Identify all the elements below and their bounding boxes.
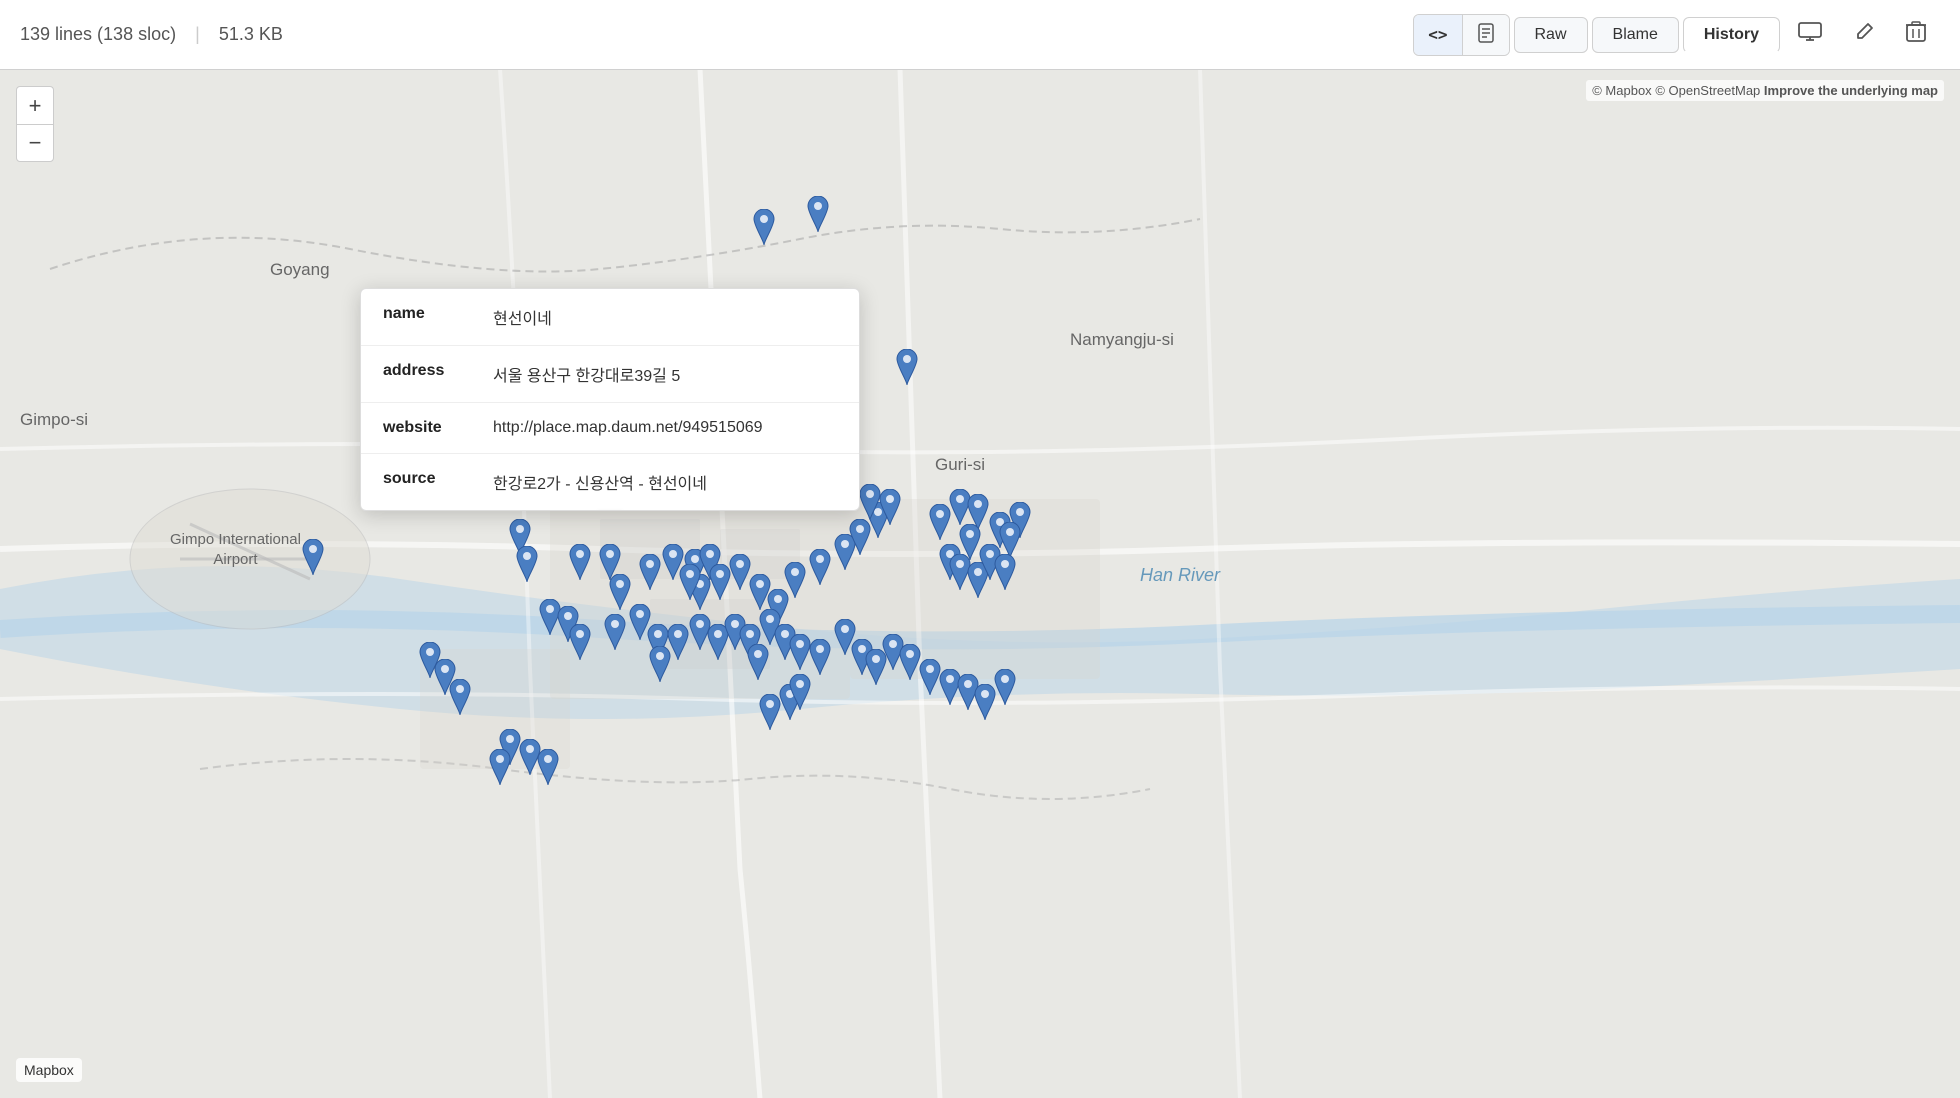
map-pin[interactable] [893, 349, 921, 385]
view-mode-group: <> [1413, 14, 1509, 56]
mapbox-attribution: © Mapbox [1592, 83, 1651, 98]
popup-key: name [361, 289, 471, 346]
zoom-in-button[interactable]: + [16, 86, 54, 124]
map-pin[interactable] [486, 749, 514, 785]
osm-attribution: © OpenStreetMap [1655, 83, 1760, 98]
file-info: 139 lines (138 sloc) | 51.3 KB [20, 24, 1413, 45]
zoom-controls: + − [16, 86, 54, 162]
map-container[interactable]: Goyang Gimpo-si Gimpo InternationalAirpo… [0, 70, 1960, 1098]
toolbar: 139 lines (138 sloc) | 51.3 KB <> Raw Bl… [0, 0, 1960, 70]
doc-icon [1477, 23, 1495, 47]
map-pin[interactable] [676, 564, 704, 600]
map-pin[interactable] [781, 562, 809, 598]
file-size: 51.3 KB [219, 24, 283, 44]
popup-table: name현선이네address서울 용산구 한강대로39길 5websiteht… [361, 289, 859, 510]
map-pin[interactable] [786, 674, 814, 710]
map-pin[interactable] [601, 614, 629, 650]
popup-key: website [361, 403, 471, 454]
map-pin[interactable] [756, 694, 784, 730]
popup-row: websitehttp://place.map.daum.net/9495150… [361, 403, 859, 454]
popup-row: source한강로2가 - 신용산역 - 현선이네 [361, 454, 859, 511]
map-pin[interactable] [806, 639, 834, 675]
doc-view-button[interactable] [1463, 15, 1509, 55]
popup-row: address서울 용산구 한강대로39길 5 [361, 346, 859, 403]
popup-row: name현선이네 [361, 289, 859, 346]
display-icon [1798, 22, 1822, 47]
code-icon: <> [1428, 25, 1447, 44]
display-icon-button[interactable] [1784, 14, 1836, 56]
map-pin[interactable] [513, 546, 541, 582]
map-pin[interactable] [876, 489, 904, 525]
code-view-button[interactable]: <> [1414, 15, 1462, 55]
popup-value: http://place.map.daum.net/949515069 [471, 403, 859, 454]
map-pin[interactable] [566, 624, 594, 660]
map-pin[interactable] [566, 544, 594, 580]
map-pin[interactable] [299, 539, 327, 575]
popup-value: 한강로2가 - 신용산역 - 현선이네 [471, 454, 859, 511]
map-pin[interactable] [744, 644, 772, 680]
map-attribution: © Mapbox © OpenStreetMap Improve the und… [1586, 80, 1944, 101]
zoom-out-button[interactable]: − [16, 124, 54, 162]
mapbox-logo: Mapbox [16, 1058, 82, 1082]
pencil-icon [1854, 22, 1874, 47]
map-pin[interactable] [806, 549, 834, 585]
edit-button[interactable] [1840, 14, 1888, 56]
map-pin[interactable] [804, 196, 832, 232]
separator: | [195, 24, 200, 44]
popup-key: address [361, 346, 471, 403]
improve-map-link[interactable]: Improve the underlying map [1764, 83, 1938, 98]
file-lines: 139 lines (138 sloc) [20, 24, 176, 44]
map-pin[interactable] [991, 554, 1019, 590]
toolbar-right: <> Raw Blame History [1413, 13, 1940, 57]
popup-value: 현선이네 [471, 289, 859, 346]
map-pin[interactable] [446, 679, 474, 715]
blame-button[interactable]: Blame [1592, 17, 1679, 53]
history-button[interactable]: History [1683, 17, 1780, 53]
map-pin[interactable] [991, 669, 1019, 705]
popup-key: source [361, 454, 471, 511]
delete-button[interactable] [1892, 13, 1940, 57]
raw-button[interactable]: Raw [1514, 17, 1588, 53]
trash-icon [1906, 23, 1926, 48]
location-popup: name현선이네address서울 용산구 한강대로39길 5websiteht… [360, 288, 860, 511]
popup-value: 서울 용산구 한강대로39길 5 [471, 346, 859, 403]
map-pin[interactable] [750, 209, 778, 245]
map-pin[interactable] [534, 749, 562, 785]
